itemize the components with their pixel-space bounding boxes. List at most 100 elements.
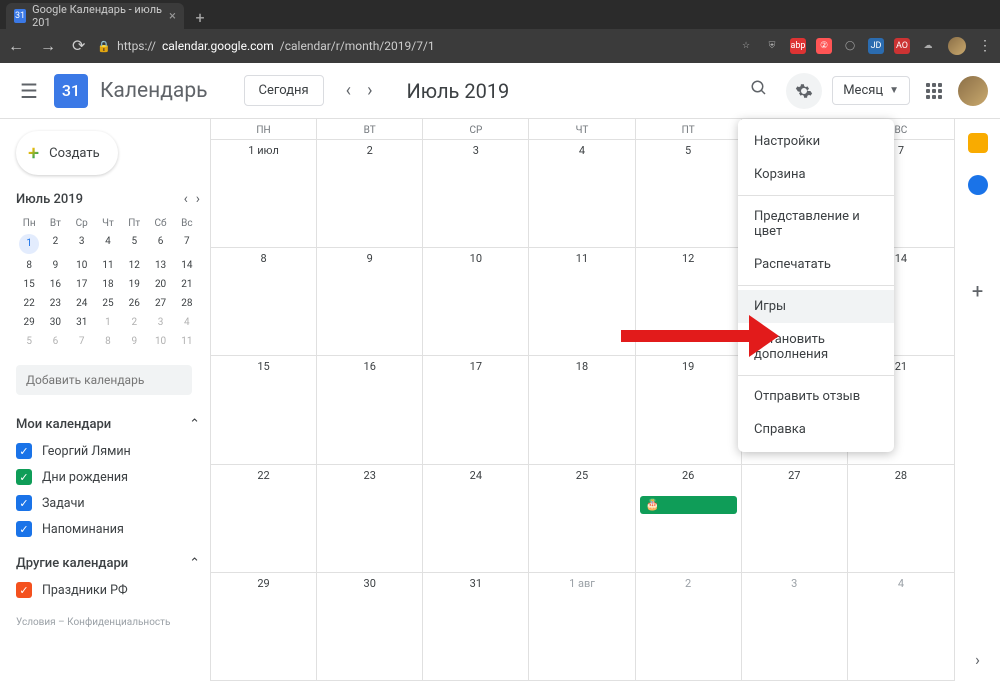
collapse-panel-button[interactable]: › xyxy=(975,650,980,669)
checkbox-icon[interactable]: ✓ xyxy=(16,521,32,537)
day-cell[interactable]: 9 xyxy=(317,248,423,355)
checkbox-icon[interactable]: ✓ xyxy=(16,443,32,459)
mini-day-cell[interactable]: 28 xyxy=(174,294,200,313)
day-cell[interactable]: 10 xyxy=(423,248,529,355)
other-calendars-toggle[interactable]: Другие календари ⌃ xyxy=(16,550,200,577)
mini-day-cell[interactable]: 11 xyxy=(174,332,200,351)
add-addon-button[interactable]: + xyxy=(972,279,983,303)
forward-button[interactable]: → xyxy=(40,36,56,56)
day-cell[interactable]: 26🎂 xyxy=(636,465,742,572)
menu-item[interactable]: Распечатать xyxy=(738,248,894,281)
mini-day-cell[interactable]: 13 xyxy=(147,256,173,275)
day-cell[interactable]: 2 xyxy=(636,573,742,680)
day-cell[interactable]: 12 xyxy=(636,248,742,355)
mini-day-cell[interactable]: 17 xyxy=(69,275,95,294)
mini-day-cell[interactable]: 1 xyxy=(95,313,121,332)
calendar-item[interactable]: ✓Задачи xyxy=(16,490,200,516)
calendar-item[interactable]: ✓Дни рождения xyxy=(16,464,200,490)
calendar-item[interactable]: ✓Праздники РФ xyxy=(16,577,200,603)
back-button[interactable]: ← xyxy=(8,36,24,56)
day-cell[interactable]: 28 xyxy=(848,465,954,572)
day-cell[interactable]: 4 xyxy=(848,573,954,680)
event-bar[interactable]: 🎂 xyxy=(640,496,737,514)
mini-day-cell[interactable]: 12 xyxy=(121,256,147,275)
mini-day-cell[interactable]: 16 xyxy=(42,275,68,294)
mini-day-cell[interactable]: 23 xyxy=(42,294,68,313)
mini-day-cell[interactable]: 14 xyxy=(174,256,200,275)
mini-day-cell[interactable]: 2 xyxy=(42,232,68,256)
create-button[interactable]: + Создать xyxy=(16,131,118,175)
my-calendars-toggle[interactable]: Мои календари ⌃ xyxy=(16,411,200,438)
next-month-button[interactable]: › xyxy=(361,74,378,107)
mini-day-cell[interactable]: 27 xyxy=(147,294,173,313)
mini-day-cell[interactable]: 8 xyxy=(16,256,42,275)
mini-day-cell[interactable]: 22 xyxy=(16,294,42,313)
search-icon[interactable] xyxy=(742,71,776,110)
day-cell[interactable]: 2 xyxy=(317,140,423,247)
browser-tab[interactable]: 31 Google Календарь - июль 201 × xyxy=(6,3,184,29)
checkbox-icon[interactable]: ✓ xyxy=(16,495,32,511)
mini-day-cell[interactable]: 3 xyxy=(69,232,95,256)
extension-icon[interactable]: ◯ xyxy=(842,38,858,54)
reload-button[interactable]: ⟳ xyxy=(72,36,85,56)
day-cell[interactable]: 17 xyxy=(423,356,529,463)
mini-day-cell[interactable]: 18 xyxy=(95,275,121,294)
mini-day-cell[interactable]: 3 xyxy=(147,313,173,332)
mini-day-cell[interactable]: 25 xyxy=(95,294,121,313)
day-cell[interactable]: 3 xyxy=(742,573,848,680)
mini-day-cell[interactable]: 4 xyxy=(95,232,121,256)
account-avatar[interactable] xyxy=(958,76,988,106)
menu-item[interactable]: Отправить отзыв xyxy=(738,380,894,413)
profile-thumb[interactable] xyxy=(948,37,966,55)
footer-links[interactable]: Условия – Конфиденциальность xyxy=(16,617,200,628)
day-cell[interactable]: 31 xyxy=(423,573,529,680)
day-cell[interactable]: 1 авг xyxy=(529,573,635,680)
menu-item[interactable]: Корзина xyxy=(738,158,894,191)
extension-icon[interactable]: ☆ xyxy=(738,38,754,54)
mini-next-button[interactable]: › xyxy=(196,191,200,207)
apps-launcher-icon[interactable] xyxy=(920,77,948,105)
mini-day-cell[interactable]: 5 xyxy=(16,332,42,351)
address-bar[interactable]: 🔒 https://calendar.google.com/calendar/r… xyxy=(97,39,726,53)
day-cell[interactable]: 5 xyxy=(636,140,742,247)
day-cell[interactable]: 4 xyxy=(529,140,635,247)
mini-day-cell[interactable]: 19 xyxy=(121,275,147,294)
mini-prev-button[interactable]: ‹ xyxy=(184,191,188,207)
day-cell[interactable]: 25 xyxy=(529,465,635,572)
mini-day-cell[interactable]: 30 xyxy=(42,313,68,332)
extension-icon[interactable]: ☁ xyxy=(920,38,936,54)
browser-menu-icon[interactable]: ⋮ xyxy=(978,38,992,54)
mini-day-cell[interactable]: 24 xyxy=(69,294,95,313)
day-cell[interactable]: 11 xyxy=(529,248,635,355)
close-icon[interactable]: × xyxy=(169,9,176,24)
mini-day-cell[interactable]: 6 xyxy=(147,232,173,256)
day-cell[interactable]: 30 xyxy=(317,573,423,680)
mini-day-cell[interactable]: 31 xyxy=(69,313,95,332)
day-cell[interactable]: 8 xyxy=(211,248,317,355)
mini-day-cell[interactable]: 9 xyxy=(121,332,147,351)
mini-day-cell[interactable]: 4 xyxy=(174,313,200,332)
mini-day-cell[interactable]: 9 xyxy=(42,256,68,275)
menu-item[interactable]: Установить дополнения xyxy=(738,323,894,371)
mini-day-cell[interactable]: 5 xyxy=(121,232,147,256)
extension-icon[interactable]: JD xyxy=(868,38,884,54)
extension-icon[interactable]: abp xyxy=(790,38,806,54)
today-button[interactable]: Сегодня xyxy=(244,75,324,106)
new-tab-button[interactable]: + xyxy=(188,5,212,29)
menu-item[interactable]: Игры xyxy=(738,290,894,323)
day-cell[interactable]: 3 xyxy=(423,140,529,247)
hamburger-icon[interactable]: ☰ xyxy=(12,71,46,111)
mini-day-cell[interactable]: 2 xyxy=(121,313,147,332)
mini-day-cell[interactable]: 11 xyxy=(95,256,121,275)
day-cell[interactable]: 29 xyxy=(211,573,317,680)
extension-icon[interactable]: AO xyxy=(894,38,910,54)
add-calendar-input[interactable] xyxy=(16,365,192,395)
calendar-options-icon[interactable]: ⋮ xyxy=(200,367,210,394)
checkbox-icon[interactable]: ✓ xyxy=(16,469,32,485)
mini-day-cell[interactable]: 10 xyxy=(69,256,95,275)
mini-day-cell[interactable]: 20 xyxy=(147,275,173,294)
day-cell[interactable]: 27 xyxy=(742,465,848,572)
mini-day-cell[interactable]: 1 xyxy=(19,234,39,254)
settings-button[interactable] xyxy=(786,73,822,109)
day-cell[interactable]: 24 xyxy=(423,465,529,572)
